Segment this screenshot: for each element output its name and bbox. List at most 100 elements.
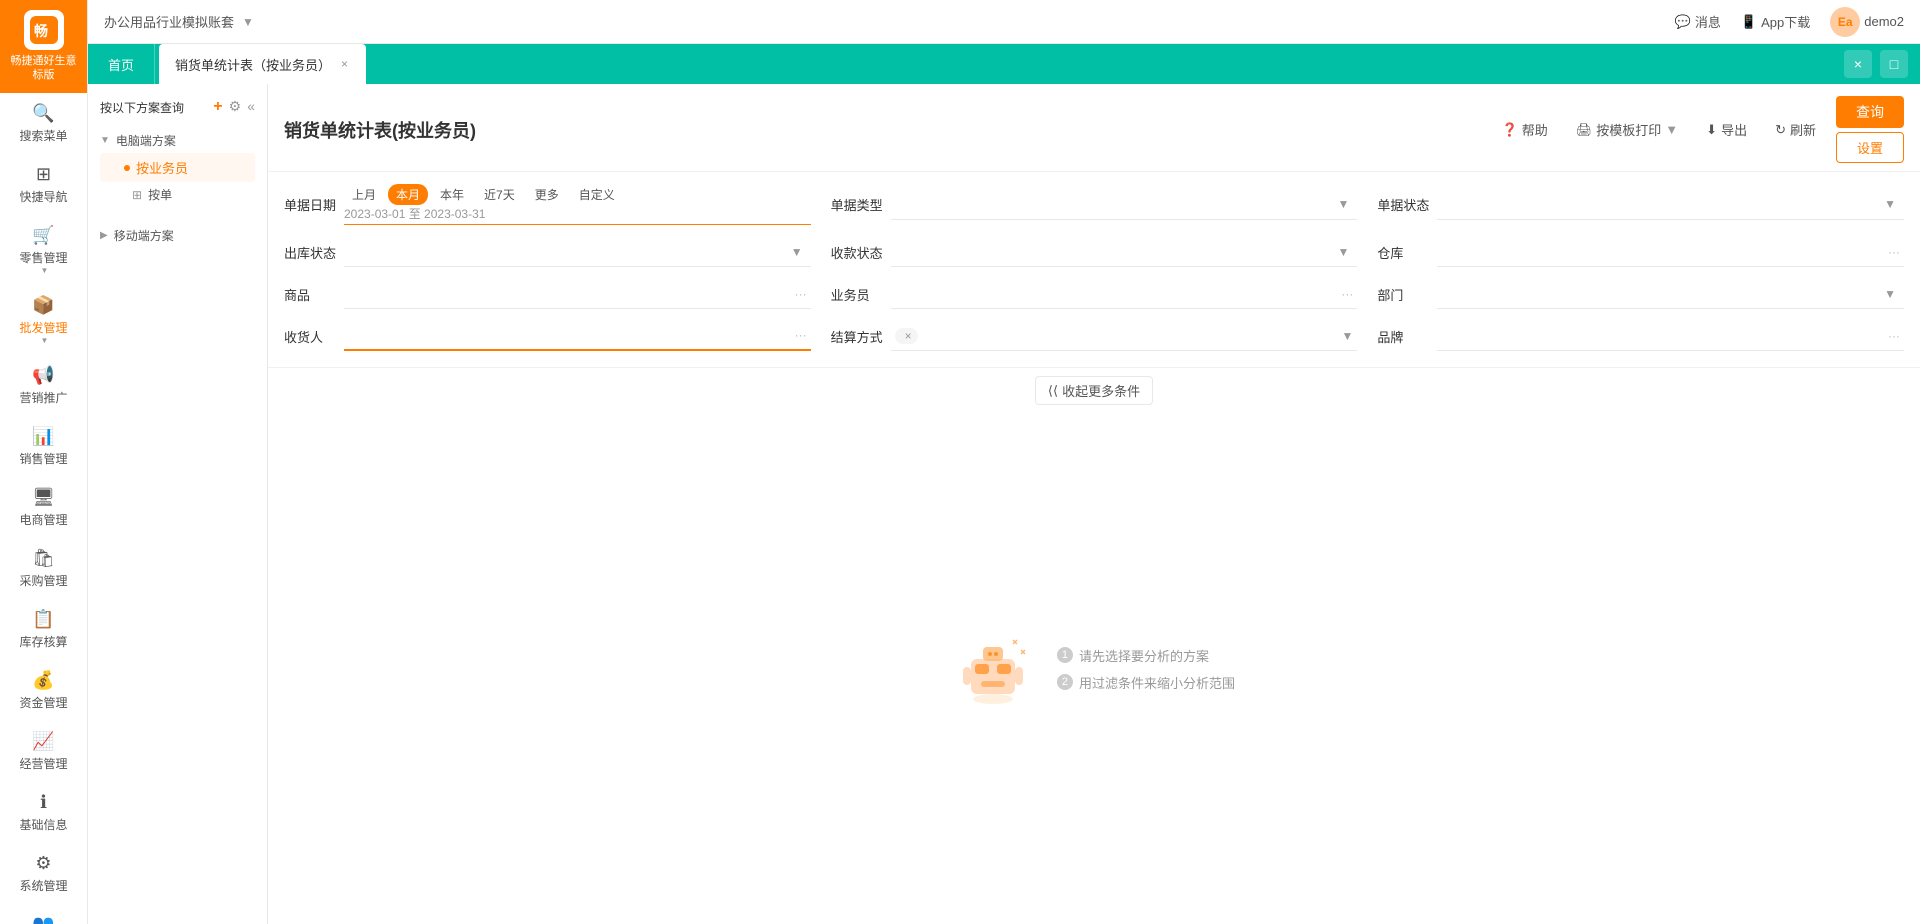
page-title: 销货单统计表(按业务员)	[284, 117, 476, 143]
active-indicator	[124, 165, 130, 171]
export-btn[interactable]: ⬇ 导出	[1698, 116, 1755, 143]
goods-select[interactable]: ···	[344, 279, 811, 309]
consignee-label: 收货人	[284, 327, 344, 346]
topbar: 办公用品行业模拟账套 ▼ 💬 消息 📱 App下载 Ea demo2	[88, 0, 1920, 44]
scheme-by-order[interactable]: ⊞ 按单	[100, 182, 255, 207]
sidebar-item-finance[interactable]: 💰 资金管理	[0, 660, 87, 721]
page-header-actions: ❓ 帮助 🖨 按模板打印 ▼ ⬇ 导出 ↻ 刷新	[1494, 96, 1904, 163]
tab-close-icon[interactable]: ×	[339, 55, 350, 73]
collectstatus-arrow-icon: ▼	[1337, 245, 1349, 259]
docstatus-filter-cell: 单据状态 ▼	[1377, 184, 1904, 225]
mobile-section-header[interactable]: ▶ 移动端方案	[100, 223, 255, 248]
sidebar-item-basic[interactable]: ℹ 基础信息	[0, 782, 87, 843]
settings-btn[interactable]: 设置	[1836, 132, 1904, 163]
query-btn[interactable]: 查询	[1836, 96, 1904, 128]
settlement-select[interactable]: × ▼	[891, 321, 1358, 351]
left-panel-title: 按以下方案查询	[100, 99, 184, 116]
collectstatus-select[interactable]: ▼	[891, 237, 1358, 267]
enterprise-icon: 👥	[32, 914, 54, 924]
sidebar-item-operations[interactable]: 📈 经营管理	[0, 721, 87, 782]
topbar-left: 办公用品行业模拟账套 ▼	[104, 12, 254, 31]
add-scheme-icon[interactable]: +	[213, 98, 222, 116]
sidebar-item-purchase[interactable]: 🛍 采购管理	[0, 538, 87, 599]
doctype-filter-cell: 单据类型 ▼	[831, 184, 1358, 225]
tip-num-1: 1	[1057, 647, 1073, 663]
tab-home[interactable]: 首页	[88, 44, 155, 84]
date-range-display[interactable]: 2023-03-01 至 2023-03-31	[344, 205, 811, 225]
outstatus-control: ▼	[344, 237, 811, 267]
app-logo[interactable]: 畅 畅捷通好生意 标版	[0, 0, 87, 93]
filter-area: 单据日期 上月 本月 本年 近7天 更多 自定义 2023-03-01 至 20…	[268, 172, 1920, 367]
docstatus-control: ▼	[1437, 190, 1904, 220]
user-profile-btn[interactable]: Ea demo2	[1830, 7, 1904, 37]
brand-dots-icon: ···	[1888, 329, 1900, 343]
desktop-section-header[interactable]: ▼ 电脑端方案	[100, 128, 255, 153]
empty-state-content: 1 请先选择要分析的方案 2 用过滤条件来缩小分析范围	[953, 629, 1235, 709]
refresh-btn[interactable]: ↻ 刷新	[1767, 116, 1824, 143]
breadcrumb-dropdown[interactable]: ▼	[242, 15, 254, 29]
sidebar-item-wholesale[interactable]: 📦 批发管理	[0, 285, 87, 355]
sidebar-item-marketing[interactable]: 📢 营销推广	[0, 355, 87, 416]
date-tab-this-month[interactable]: 本月	[388, 184, 428, 205]
salesperson-select[interactable]: ···	[891, 279, 1358, 309]
collapse-btn[interactable]: ⟨⟨ 收起更多条件	[1035, 376, 1153, 405]
doctype-select[interactable]: ▼	[891, 190, 1358, 220]
salesperson-control: ···	[891, 279, 1358, 309]
goods-control: ···	[344, 279, 811, 309]
operations-icon: 📈	[32, 731, 54, 752]
brand-select[interactable]: ···	[1437, 321, 1904, 351]
sidebar-item-ecommerce[interactable]: 🖥 电商管理	[0, 477, 87, 538]
tab-close-btn[interactable]: ×	[1844, 50, 1872, 78]
main-wrapper: 办公用品行业模拟账套 ▼ 💬 消息 📱 App下载 Ea demo2 首页 销货…	[88, 0, 1920, 924]
help-btn[interactable]: ❓ 帮助	[1494, 116, 1556, 143]
app-download-btn[interactable]: 📱 App下载	[1741, 12, 1810, 31]
docstatus-label: 单据状态	[1377, 195, 1437, 214]
page-header: 销货单统计表(按业务员) ❓ 帮助 🖨 按模板打印 ▼ ⬇ 导出	[268, 84, 1920, 172]
dept-select[interactable]: ▼	[1437, 279, 1904, 309]
inventory-icon: 📋	[32, 609, 54, 630]
sidebar-item-nav[interactable]: ⊞ 快捷导航	[0, 154, 87, 215]
collectstatus-label: 收款状态	[831, 243, 891, 262]
logo-icon: 畅	[24, 10, 64, 50]
help-icon: ❓	[1502, 122, 1518, 138]
tab-maximize-btn[interactable]: □	[1880, 50, 1908, 78]
sidebar-item-inventory[interactable]: 📋 库存核算	[0, 599, 87, 660]
salesperson-label: 业务员	[831, 285, 891, 304]
date-tab-this-year[interactable]: 本年	[432, 184, 472, 205]
settlement-tag: ×	[895, 328, 918, 344]
consignee-select[interactable]: ···	[344, 321, 811, 351]
desktop-section: ▼ 电脑端方案 按业务员 ⊞ 按单	[88, 124, 267, 211]
date-tab-more[interactable]: 更多	[527, 184, 567, 205]
date-tab-custom[interactable]: 自定义	[571, 184, 623, 205]
section-arrow-icon: ▼	[100, 135, 110, 146]
date-label: 单据日期	[284, 195, 344, 214]
docstatus-select[interactable]: ▼	[1437, 190, 1904, 220]
download-icon: 📱	[1741, 14, 1757, 30]
consignee-dots-icon: ···	[795, 328, 807, 342]
scheme-by-salesperson[interactable]: 按业务员	[100, 153, 255, 182]
consignee-control: ···	[344, 321, 811, 351]
print-btn[interactable]: 🖨 按模板打印 ▼	[1568, 116, 1686, 143]
outstatus-select[interactable]: ▼	[344, 237, 811, 267]
sidebar-item-search[interactable]: 🔍 搜索菜单	[0, 93, 87, 154]
settings-scheme-icon[interactable]: ⚙	[229, 98, 242, 116]
warehouse-select[interactable]: ···	[1437, 237, 1904, 267]
filter-row-4: 收货人 ··· 结算方式	[284, 321, 1904, 351]
sidebar-item-enterprise[interactable]: 👥 企业协同	[0, 904, 87, 924]
collapse-panel-icon[interactable]: «	[247, 98, 255, 116]
outstatus-arrow-icon: ▼	[791, 245, 803, 259]
tabbar-right: × □	[1844, 50, 1920, 78]
docstatus-arrow-icon: ▼	[1884, 197, 1896, 211]
messages-btn[interactable]: 💬 消息	[1675, 12, 1721, 31]
empty-tip-2: 2 用过滤条件来缩小分析范围	[1057, 673, 1235, 692]
tab-active[interactable]: 销货单统计表（按业务员） ×	[159, 44, 366, 84]
filter-row-1: 单据日期 上月 本月 本年 近7天 更多 自定义 2023-03-01 至 20…	[284, 184, 1904, 225]
retail-icon: 🛒	[32, 225, 54, 246]
export-icon: ⬇	[1706, 122, 1717, 138]
date-tab-last-month[interactable]: 上月	[344, 184, 384, 205]
sidebar-item-sales[interactable]: 📊 销售管理	[0, 416, 87, 477]
settlement-clear-icon[interactable]: ×	[905, 329, 912, 343]
date-tab-7days[interactable]: 近7天	[476, 184, 523, 205]
sidebar-item-system[interactable]: ⚙ 系统管理	[0, 843, 87, 904]
sidebar-item-retail[interactable]: 🛒 零售管理	[0, 215, 87, 285]
